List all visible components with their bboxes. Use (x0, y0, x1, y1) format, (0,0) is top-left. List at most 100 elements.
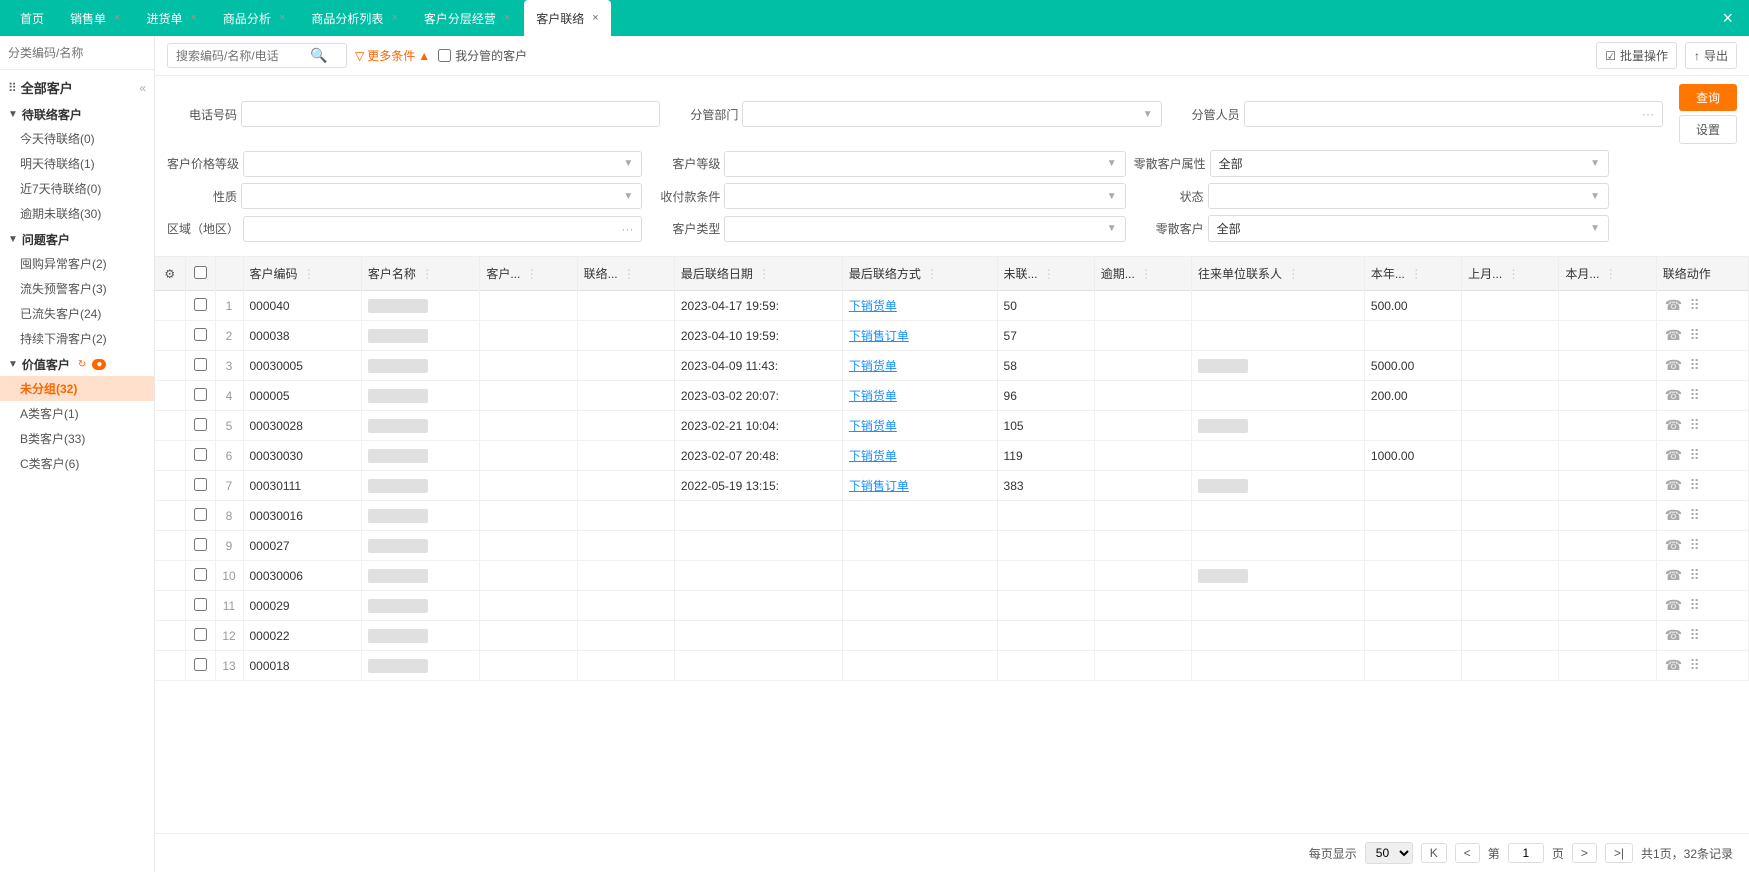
contact-way-link[interactable]: 下销货单 (849, 299, 897, 313)
tab-close-icon[interactable]: × (504, 12, 510, 24)
lastmonth-col-header[interactable]: 上月... ⋮ (1462, 257, 1559, 291)
retail-select[interactable]: 全部▼ (1208, 215, 1609, 242)
per-page-select[interactable]: 50 (1365, 842, 1413, 864)
last-page-button[interactable]: >| (1605, 843, 1633, 863)
lastdate-col-header[interactable]: 最后联络日期 ⋮ (674, 257, 842, 291)
name-col-header[interactable]: 客户名称 ⋮ (361, 257, 479, 291)
sidebar-item-declining[interactable]: 持续下滑客户(2) (0, 326, 154, 351)
code-col-header[interactable]: 客户编码 ⋮ (243, 257, 361, 291)
more-action-icon[interactable]: ⠿ (1689, 417, 1699, 433)
reset-button[interactable]: 设置 (1679, 115, 1737, 144)
dept-select[interactable]: ▼ (742, 101, 1161, 127)
checkbox-cell[interactable] (185, 651, 215, 681)
more-action-icon[interactable]: ⠿ (1689, 357, 1699, 373)
settings-col-header[interactable]: ⚙ (155, 257, 185, 291)
nav-tab-customer-contact[interactable]: 客户联络 × (524, 0, 610, 36)
checkbox-cell[interactable] (185, 471, 215, 501)
overdue-col-header[interactable]: 逾期... ⋮ (1094, 257, 1191, 291)
cust-level-select[interactable]: ▼ (724, 151, 1125, 177)
lastway-cell[interactable] (842, 561, 997, 591)
export-button[interactable]: ↑ 导出 (1685, 42, 1737, 69)
group-pending-contact[interactable]: ▼ 待联络客户 (0, 101, 154, 126)
sidebar-item-tomorrow[interactable]: 明天待联络(1) (0, 151, 154, 176)
call-action-icon[interactable]: ☎ (1665, 627, 1682, 643)
contactperson-col-header[interactable]: 往来单位联系人 ⋮ (1192, 257, 1365, 291)
checkbox-cell[interactable] (185, 351, 215, 381)
call-action-icon[interactable]: ☎ (1665, 537, 1682, 553)
row-checkbox[interactable] (194, 508, 207, 521)
row-checkbox[interactable] (194, 358, 207, 371)
row-checkbox[interactable] (194, 418, 207, 431)
row-checkbox[interactable] (194, 658, 207, 671)
first-page-button[interactable]: K (1421, 843, 1447, 863)
row-checkbox[interactable] (194, 448, 207, 461)
lastway-cell[interactable]: 下销货单 (842, 441, 997, 471)
call-action-icon[interactable]: ☎ (1665, 297, 1682, 313)
notcontact-col-header[interactable]: 未联... ⋮ (997, 257, 1094, 291)
more-conditions-button[interactable]: ▽ 更多条件 ▲ (355, 47, 430, 64)
all-customers-header[interactable]: ⠿ 全部客户 « (0, 70, 154, 101)
sidebar-item-class-a[interactable]: A类客户(1) (0, 401, 154, 426)
my-customers-checkbox-label[interactable]: 我分管的客户 (438, 47, 527, 64)
sidebar-item-churn-warning[interactable]: 流失预警客户(3) (0, 276, 154, 301)
region-select[interactable]: ··· (243, 216, 642, 242)
lastway-cell[interactable] (842, 651, 997, 681)
nav-tab-analysis[interactable]: 商品分析 × (211, 0, 297, 36)
close-all-button[interactable]: × (1714, 8, 1741, 29)
more-action-icon[interactable]: ⠿ (1689, 447, 1699, 463)
retail-attr-select[interactable]: 全部▼ (1210, 150, 1609, 177)
checkbox-cell[interactable] (185, 411, 215, 441)
status-select[interactable]: ▼ (1208, 183, 1609, 209)
row-checkbox[interactable] (194, 598, 207, 611)
lastway-col-header[interactable]: 最后联络方式 ⋮ (842, 257, 997, 291)
page-input[interactable] (1508, 843, 1544, 863)
main-search-icon[interactable]: 🔍 (310, 47, 327, 64)
call-action-icon[interactable]: ☎ (1665, 387, 1682, 403)
call-action-icon[interactable]: ☎ (1665, 507, 1682, 523)
row-checkbox[interactable] (194, 298, 207, 311)
more-action-icon[interactable]: ⠿ (1689, 507, 1699, 523)
main-search-input[interactable] (176, 49, 306, 63)
call-action-icon[interactable]: ☎ (1665, 477, 1682, 493)
call-action-icon[interactable]: ☎ (1665, 597, 1682, 613)
main-search-box[interactable]: 🔍 (167, 43, 347, 68)
contact-col-header[interactable]: 联络... ⋮ (577, 257, 674, 291)
phone-input[interactable] (241, 101, 660, 127)
row-checkbox[interactable] (194, 478, 207, 491)
nav-home[interactable]: 首页 (8, 0, 56, 36)
sidebar-item-class-b[interactable]: B类客户(33) (0, 426, 154, 451)
lastway-cell[interactable]: 下销货单 (842, 291, 997, 321)
sidebar-item-today[interactable]: 今天待联络(0) (0, 126, 154, 151)
person-select[interactable]: ··· (1244, 101, 1663, 127)
sidebar-item-abnormal[interactable]: 囤购异常客户(2) (0, 251, 154, 276)
checkbox-cell[interactable] (185, 561, 215, 591)
thismonth-col-header[interactable]: 本月... ⋮ (1559, 257, 1656, 291)
nav-tab-sales[interactable]: 销售单 × (58, 0, 132, 36)
lastway-cell[interactable] (842, 501, 997, 531)
price-level-select[interactable]: ▼ (243, 151, 642, 177)
tab-close-icon[interactable]: × (114, 12, 120, 24)
call-action-icon[interactable]: ☎ (1665, 327, 1682, 343)
query-button[interactable]: 查询 (1679, 84, 1737, 111)
prev-page-button[interactable]: < (1455, 843, 1480, 863)
checkbox-cell[interactable] (185, 441, 215, 471)
contact-way-link[interactable]: 下销货单 (849, 389, 897, 403)
more-action-icon[interactable]: ⠿ (1689, 597, 1699, 613)
sidebar-item-overdue[interactable]: 逾期未联络(30) (0, 201, 154, 226)
row-checkbox[interactable] (194, 388, 207, 401)
refresh-icon[interactable]: ↻ (78, 359, 86, 370)
contact-way-link[interactable]: 下销货单 (849, 359, 897, 373)
payment-select[interactable]: ▼ (724, 183, 1125, 209)
group-value-customers[interactable]: ▼ 价值客户 ↻ ● (0, 351, 154, 376)
tab-close-icon[interactable]: × (592, 12, 598, 24)
custtype-col-header[interactable]: 客户... ⋮ (480, 257, 577, 291)
more-action-icon[interactable]: ⠿ (1689, 387, 1699, 403)
contact-way-link[interactable]: 下销货单 (849, 449, 897, 463)
nav-tab-purchase[interactable]: 进货单 × (134, 0, 208, 36)
lastway-cell[interactable]: 下销售订单 (842, 471, 997, 501)
next-page-button[interactable]: > (1572, 843, 1597, 863)
more-action-icon[interactable]: ⠿ (1689, 327, 1699, 343)
lastway-cell[interactable]: 下销货单 (842, 411, 997, 441)
more-action-icon[interactable]: ⠿ (1689, 537, 1699, 553)
nav-tab-analysis-list[interactable]: 商品分析列表 × (299, 0, 409, 36)
